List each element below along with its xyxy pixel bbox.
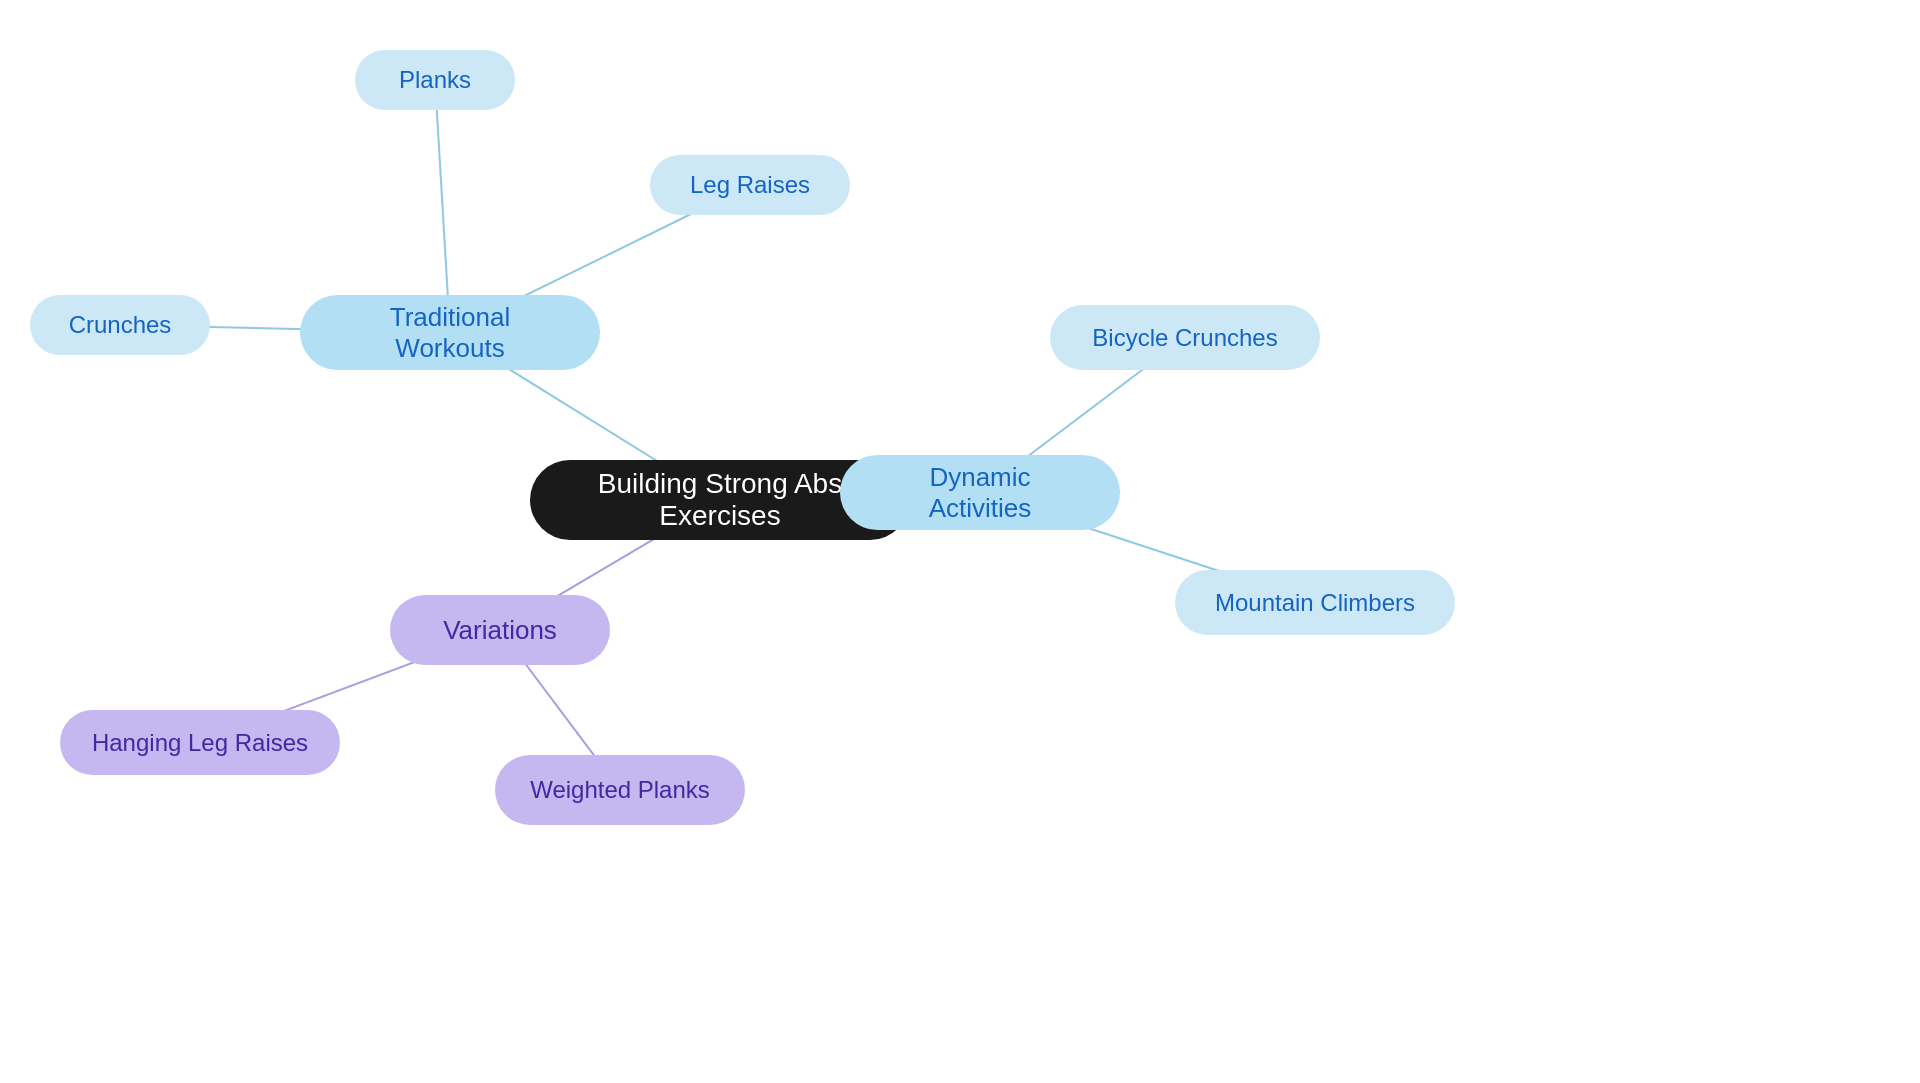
bicycle-crunches-node: Bicycle Crunches xyxy=(1050,305,1320,370)
hanging-leg-raises-node: Hanging Leg Raises xyxy=(60,710,340,775)
planks-node: Planks xyxy=(355,50,515,110)
leg-raises-node: Leg Raises xyxy=(650,155,850,215)
weighted-planks-node: Weighted Planks xyxy=(495,755,745,825)
traditional-workouts-node: Traditional Workouts xyxy=(300,295,600,370)
variations-node: Variations xyxy=(390,595,610,665)
dynamic-activities-node: Dynamic Activities xyxy=(840,455,1120,530)
crunches-node: Crunches xyxy=(30,295,210,355)
mountain-climbers-node: Mountain Climbers xyxy=(1175,570,1455,635)
